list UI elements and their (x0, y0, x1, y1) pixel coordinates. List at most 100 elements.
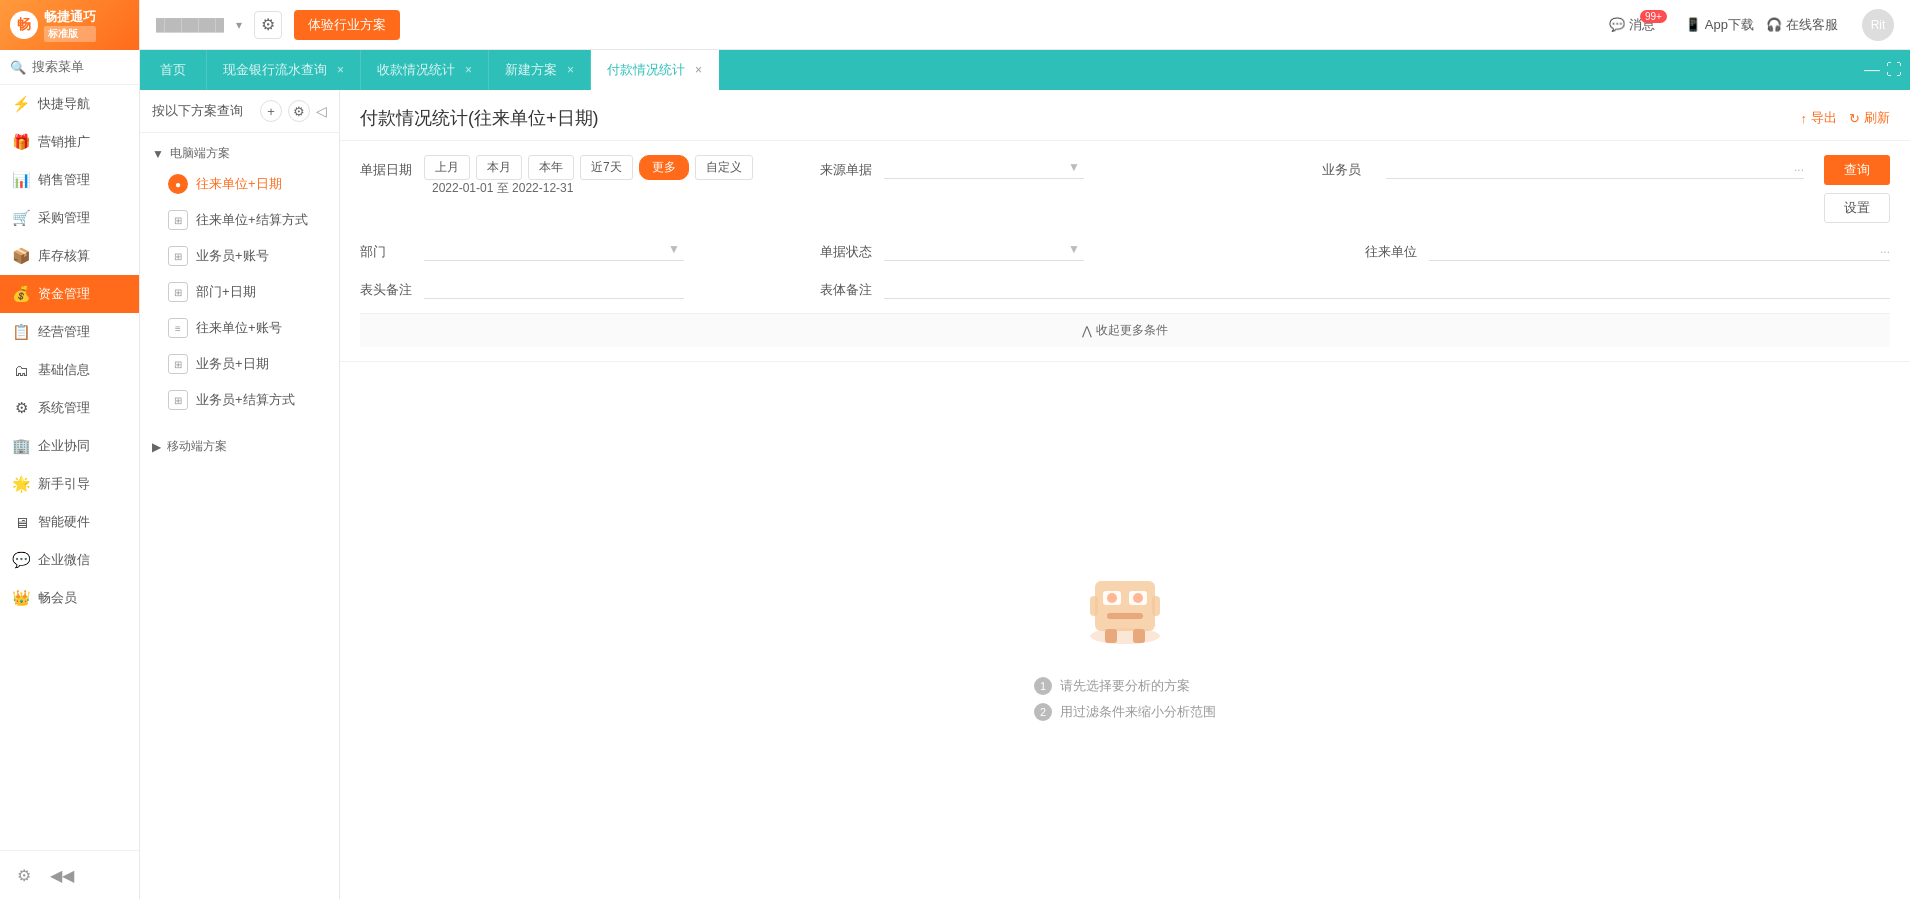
table-header-note-input[interactable] (424, 275, 684, 298)
scheme-settings-btn[interactable]: ⚙ (288, 100, 310, 122)
table-header-note-label: 表头备注 (360, 275, 416, 299)
hint-text-1: 请先选择要分析的方案 (1060, 677, 1190, 695)
scheme-item-partner-payment[interactable]: ⊞ 往来单位+结算方式 (140, 202, 339, 238)
settings-button[interactable]: 设置 (1824, 193, 1890, 223)
message-icon: 💬 (1609, 17, 1625, 32)
sidebar-item-system[interactable]: ⚙ 系统管理 (0, 389, 139, 427)
sidebar-item-guide[interactable]: 🌟 新手引导 (0, 465, 139, 503)
tab-receivable[interactable]: 收款情况统计 × (361, 50, 489, 90)
trial-button[interactable]: 体验行业方案 (294, 10, 400, 40)
empty-illustration (1065, 541, 1185, 661)
scheme-item-staff-payment[interactable]: ⊞ 业务员+结算方式 (140, 382, 339, 418)
sidebar-footer-collapse[interactable]: ◀◀ (48, 861, 76, 889)
svg-rect-8 (1133, 629, 1145, 643)
member-icon: 👑 (12, 589, 30, 607)
staff-input[interactable] (1386, 155, 1794, 178)
date-btn-more[interactable]: 更多 (639, 155, 689, 180)
tab-new-scheme[interactable]: 新建方案 × (489, 50, 591, 90)
date-btn-last-7[interactable]: 近7天 (580, 155, 633, 180)
date-btn-custom[interactable]: 自定义 (695, 155, 753, 180)
tab-maximize-btn[interactable]: ⛶ (1886, 61, 1902, 79)
scheme-add-btn[interactable]: + (260, 100, 282, 122)
tab-payment-stat[interactable]: 付款情况统计 × (591, 50, 719, 90)
fund-icon: 💰 (12, 285, 30, 303)
scheme-item-partner-account[interactable]: ≡ 往来单位+账号 (140, 310, 339, 346)
topbar-online-service[interactable]: 🎧 在线客服 (1766, 16, 1838, 34)
sidebar-item-wechat[interactable]: 💬 企业微信 (0, 541, 139, 579)
date-btn-this-year[interactable]: 本年 (528, 155, 574, 180)
tab-cashflow-close[interactable]: × (337, 63, 344, 77)
tab-minimize-btn[interactable]: — (1864, 61, 1880, 79)
scheme-item-icon-partner-date: ● (168, 174, 188, 194)
sidebar-item-sales[interactable]: 📊 销售管理 (0, 161, 139, 199)
marketing-icon: 🎁 (12, 133, 30, 151)
sidebar-item-inventory[interactable]: 📦 库存核算 (0, 237, 139, 275)
app-icon: 📱 (1685, 17, 1701, 32)
hint-text-2: 用过滤条件来缩小分析范围 (1060, 703, 1216, 721)
sidebar-item-label: 销售管理 (38, 171, 90, 189)
dept-select[interactable]: ▼ (424, 237, 684, 261)
empty-hints: 1 请先选择要分析的方案 2 用过滤条件来缩小分析范围 (1034, 677, 1216, 721)
bill-status-text (888, 241, 1064, 256)
scheme-item-staff-account[interactable]: ⊞ 业务员+账号 (140, 238, 339, 274)
partner-label: 往来单位 (1365, 237, 1421, 261)
sidebar-item-label: 企业微信 (38, 551, 90, 569)
topbar-dropdown[interactable]: ▾ (236, 18, 242, 32)
sidebar-footer-settings[interactable]: ⚙ (10, 861, 38, 889)
scheme-mobile-label: 移动端方案 (167, 438, 227, 455)
tab-new-scheme-close[interactable]: × (567, 63, 574, 77)
search-icon: 🔍 (10, 60, 26, 75)
refresh-button[interactable]: ↻ 刷新 (1849, 109, 1890, 127)
bill-status-label: 单据状态 (820, 237, 876, 261)
topbar-message[interactable]: 💬 消息 99+ (1609, 16, 1655, 34)
staff-more-btn[interactable]: ... (1794, 160, 1804, 174)
service-icon: 🎧 (1766, 17, 1782, 32)
table-body-note-input[interactable] (884, 275, 1890, 298)
staff-label: 业务员 (1322, 155, 1378, 179)
topbar-app-download[interactable]: 📱 App下载 (1685, 16, 1754, 34)
date-btn-last-month[interactable]: 上月 (424, 155, 470, 180)
source-select[interactable]: ▼ (884, 155, 1084, 179)
date-control: 上月 本月 本年 近7天 更多 自定义 2022-01-01 至 2022-12… (424, 155, 800, 197)
collapse-more-conditions[interactable]: ⋀ 收起更多条件 (360, 313, 1890, 347)
query-button[interactable]: 查询 (1824, 155, 1890, 185)
scheme-item-staff-date[interactable]: ⊞ 业务员+日期 (140, 346, 339, 382)
basic-icon: 🗂 (12, 361, 30, 379)
sidebar-search-item[interactable]: 🔍 搜索菜单 (0, 50, 139, 85)
sidebar-item-enterprise[interactable]: 🏢 企业协同 (0, 427, 139, 465)
tab-payment-stat-close[interactable]: × (695, 63, 702, 77)
sidebar-item-member[interactable]: 👑 畅会员 (0, 579, 139, 617)
scheme-panel: 按以下方案查询 + ⚙ ◁ ▼ 电脑端方案 ● 往来单位+日期 ⊞ (140, 90, 340, 899)
tab-receivable-close[interactable]: × (465, 63, 472, 77)
sidebar-item-purchase[interactable]: 🛒 采购管理 (0, 199, 139, 237)
scheme-item-label: 往来单位+日期 (196, 175, 282, 193)
scheme-mobile-title[interactable]: ▶ 移动端方案 (140, 434, 339, 459)
topbar-avatar[interactable]: Rit (1862, 9, 1894, 41)
sidebar-item-basic[interactable]: 🗂 基础信息 (0, 351, 139, 389)
system-icon: ⚙ (12, 399, 30, 417)
topbar-settings-btn[interactable]: ⚙ (254, 11, 282, 39)
sidebar-item-hardware[interactable]: 🖥 智能硬件 (0, 503, 139, 541)
sidebar-item-label: 采购管理 (38, 209, 90, 227)
sidebar-footer: ⚙ ◀◀ (0, 850, 139, 899)
partner-input[interactable] (1429, 237, 1880, 260)
tab-cashflow-label: 现金银行流水查询 (223, 61, 327, 79)
bill-status-select[interactable]: ▼ (884, 237, 1084, 261)
tab-home[interactable]: 首页 (140, 50, 207, 90)
date-btn-this-month[interactable]: 本月 (476, 155, 522, 180)
sidebar-item-marketing[interactable]: 🎁 营销推广 (0, 123, 139, 161)
scheme-collapse-btn[interactable]: ◁ (316, 103, 327, 119)
sidebar-item-operation[interactable]: 📋 经营管理 (0, 313, 139, 351)
app-label: App下载 (1705, 16, 1754, 34)
scheme-desktop-section: ▼ 电脑端方案 ● 往来单位+日期 ⊞ 往来单位+结算方式 ⊞ 业务员+账号 ⊞ (140, 133, 339, 426)
tab-actions: — ⛶ (1856, 50, 1910, 90)
scheme-item-dept-date[interactable]: ⊞ 部门+日期 (140, 274, 339, 310)
sidebar-item-fund[interactable]: 💰 资金管理 (0, 275, 139, 313)
export-button[interactable]: ↑ 导出 (1801, 109, 1838, 127)
tab-cashflow[interactable]: 现金银行流水查询 × (207, 50, 361, 90)
scheme-desktop-title[interactable]: ▼ 电脑端方案 (140, 141, 339, 166)
enterprise-icon: 🏢 (12, 437, 30, 455)
partner-more-btn[interactable]: ... (1880, 242, 1890, 256)
scheme-item-partner-date[interactable]: ● 往来单位+日期 (140, 166, 339, 202)
sidebar-item-quicknav[interactable]: ⚡ 快捷导航 (0, 85, 139, 123)
